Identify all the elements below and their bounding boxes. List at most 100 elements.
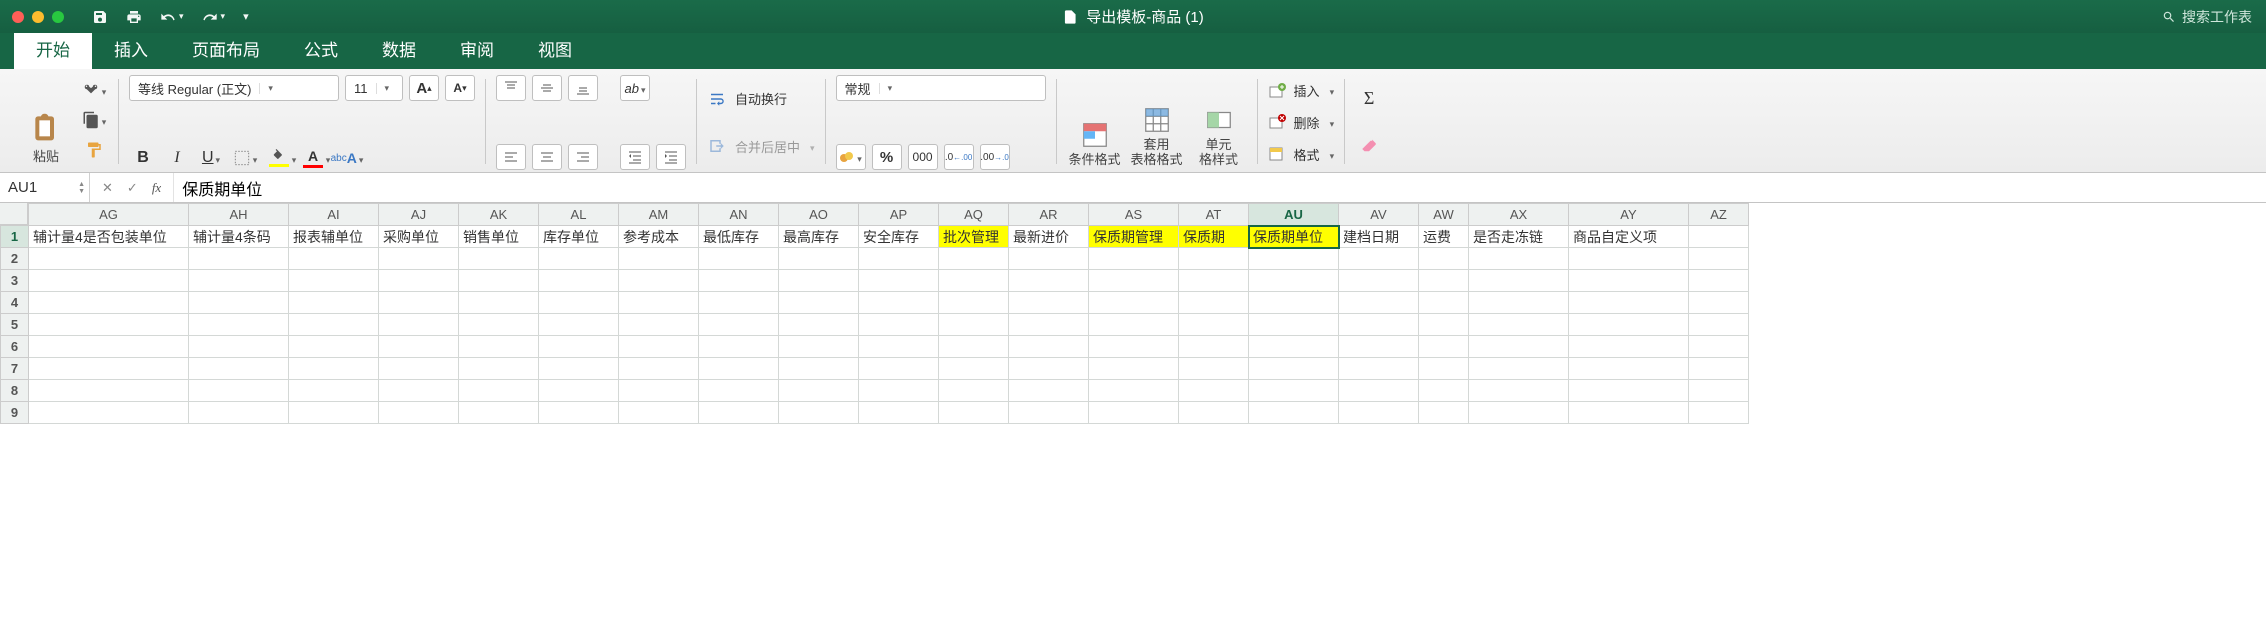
zoom-window-button[interactable] <box>52 11 64 23</box>
cell-AM3[interactable] <box>619 270 699 292</box>
cell-AU1[interactable]: 保质期单位 <box>1249 226 1339 248</box>
clear-button[interactable] <box>1355 134 1383 158</box>
cell-AN8[interactable] <box>699 380 779 402</box>
redo-button[interactable]: ▾ <box>202 9 226 25</box>
cell-AO6[interactable] <box>779 336 859 358</box>
cell-AY7[interactable] <box>1569 358 1689 380</box>
cell-AO9[interactable] <box>779 402 859 424</box>
cell-AT3[interactable] <box>1179 270 1249 292</box>
cell-AW3[interactable] <box>1419 270 1469 292</box>
cell-AX5[interactable] <box>1469 314 1569 336</box>
cell-AS8[interactable] <box>1089 380 1179 402</box>
cell-AL1[interactable]: 库存单位 <box>539 226 619 248</box>
cell-AL3[interactable] <box>539 270 619 292</box>
cell-AR1[interactable]: 最新进价 <box>1009 226 1089 248</box>
cell-AV1[interactable]: 建档日期 <box>1339 226 1419 248</box>
cell-AL5[interactable] <box>539 314 619 336</box>
cell-AU5[interactable] <box>1249 314 1339 336</box>
tab-数据[interactable]: 数据 <box>360 28 438 69</box>
cell-AZ2[interactable] <box>1689 248 1749 270</box>
merge-center-button[interactable]: 合并后居中 <box>707 137 815 156</box>
row-header-9[interactable]: 9 <box>1 402 29 424</box>
cell-AM9[interactable] <box>619 402 699 424</box>
cell-AH3[interactable] <box>189 270 289 292</box>
insert-cells-button[interactable]: 插入 <box>1268 81 1335 100</box>
cell-AO7[interactable] <box>779 358 859 380</box>
font-size-dropdown[interactable]: 11▾ <box>345 75 403 101</box>
align-left-button[interactable] <box>496 144 526 170</box>
cell-AO3[interactable] <box>779 270 859 292</box>
format-painter-button[interactable] <box>80 138 108 162</box>
fill-color-button[interactable] <box>265 146 293 170</box>
cell-AI9[interactable] <box>289 402 379 424</box>
cell-AH2[interactable] <box>189 248 289 270</box>
cell-AJ6[interactable] <box>379 336 459 358</box>
align-top-button[interactable] <box>496 75 526 101</box>
cell-AX8[interactable] <box>1469 380 1569 402</box>
row-header-3[interactable]: 3 <box>1 270 29 292</box>
cell-AP2[interactable] <box>859 248 939 270</box>
cell-AP7[interactable] <box>859 358 939 380</box>
cell-AK6[interactable] <box>459 336 539 358</box>
currency-button[interactable] <box>836 144 866 170</box>
col-header-AG[interactable]: AG <box>29 204 189 226</box>
cell-AQ6[interactable] <box>939 336 1009 358</box>
cell-AZ1[interactable] <box>1689 226 1749 248</box>
formula-input[interactable] <box>173 173 2266 202</box>
autosum-button[interactable]: Σ <box>1355 87 1383 111</box>
cell-AQ7[interactable] <box>939 358 1009 380</box>
col-header-AR[interactable]: AR <box>1009 204 1089 226</box>
cell-AS6[interactable] <box>1089 336 1179 358</box>
cell-AX3[interactable] <box>1469 270 1569 292</box>
col-header-AN[interactable]: AN <box>699 204 779 226</box>
decrease-indent-button[interactable] <box>620 144 650 170</box>
cell-AX4[interactable] <box>1469 292 1569 314</box>
col-header-AL[interactable]: AL <box>539 204 619 226</box>
col-header-AT[interactable]: AT <box>1179 204 1249 226</box>
cell-AT9[interactable] <box>1179 402 1249 424</box>
cell-AG5[interactable] <box>29 314 189 336</box>
cell-AO1[interactable]: 最高库存 <box>779 226 859 248</box>
cell-AX7[interactable] <box>1469 358 1569 380</box>
cell-AM8[interactable] <box>619 380 699 402</box>
cancel-formula-button[interactable]: ✕ <box>102 180 113 196</box>
undo-button[interactable]: ▾ <box>160 9 184 25</box>
cell-AN3[interactable] <box>699 270 779 292</box>
tab-审阅[interactable]: 审阅 <box>438 28 516 69</box>
cell-AU8[interactable] <box>1249 380 1339 402</box>
cell-AW1[interactable]: 运费 <box>1419 226 1469 248</box>
cell-AX9[interactable] <box>1469 402 1569 424</box>
bold-button[interactable]: B <box>129 146 157 170</box>
cell-AZ9[interactable] <box>1689 402 1749 424</box>
format-cells-button[interactable]: 格式 <box>1268 145 1335 164</box>
orientation-button[interactable]: ab <box>620 75 650 101</box>
cell-AV6[interactable] <box>1339 336 1419 358</box>
percent-button[interactable]: % <box>872 144 902 170</box>
cell-AW2[interactable] <box>1419 248 1469 270</box>
row-header-6[interactable]: 6 <box>1 336 29 358</box>
cell-AX1[interactable]: 是否走冻链 <box>1469 226 1569 248</box>
cell-AM2[interactable] <box>619 248 699 270</box>
cell-AL6[interactable] <box>539 336 619 358</box>
save-button[interactable] <box>92 9 108 25</box>
cell-AK9[interactable] <box>459 402 539 424</box>
cell-AM7[interactable] <box>619 358 699 380</box>
cell-AP5[interactable] <box>859 314 939 336</box>
cell-AP8[interactable] <box>859 380 939 402</box>
delete-cells-button[interactable]: 删除 <box>1268 113 1335 132</box>
cell-AN2[interactable] <box>699 248 779 270</box>
cell-AS2[interactable] <box>1089 248 1179 270</box>
cell-AL2[interactable] <box>539 248 619 270</box>
cell-AN4[interactable] <box>699 292 779 314</box>
cell-AU7[interactable] <box>1249 358 1339 380</box>
cell-AW9[interactable] <box>1419 402 1469 424</box>
name-box-stepper[interactable]: ▲▼ <box>78 181 85 195</box>
cell-AY3[interactable] <box>1569 270 1689 292</box>
minimize-window-button[interactable] <box>32 11 44 23</box>
cell-AN9[interactable] <box>699 402 779 424</box>
cell-AY2[interactable] <box>1569 248 1689 270</box>
cell-AR3[interactable] <box>1009 270 1089 292</box>
cell-AI2[interactable] <box>289 248 379 270</box>
cell-AK4[interactable] <box>459 292 539 314</box>
cell-AT4[interactable] <box>1179 292 1249 314</box>
